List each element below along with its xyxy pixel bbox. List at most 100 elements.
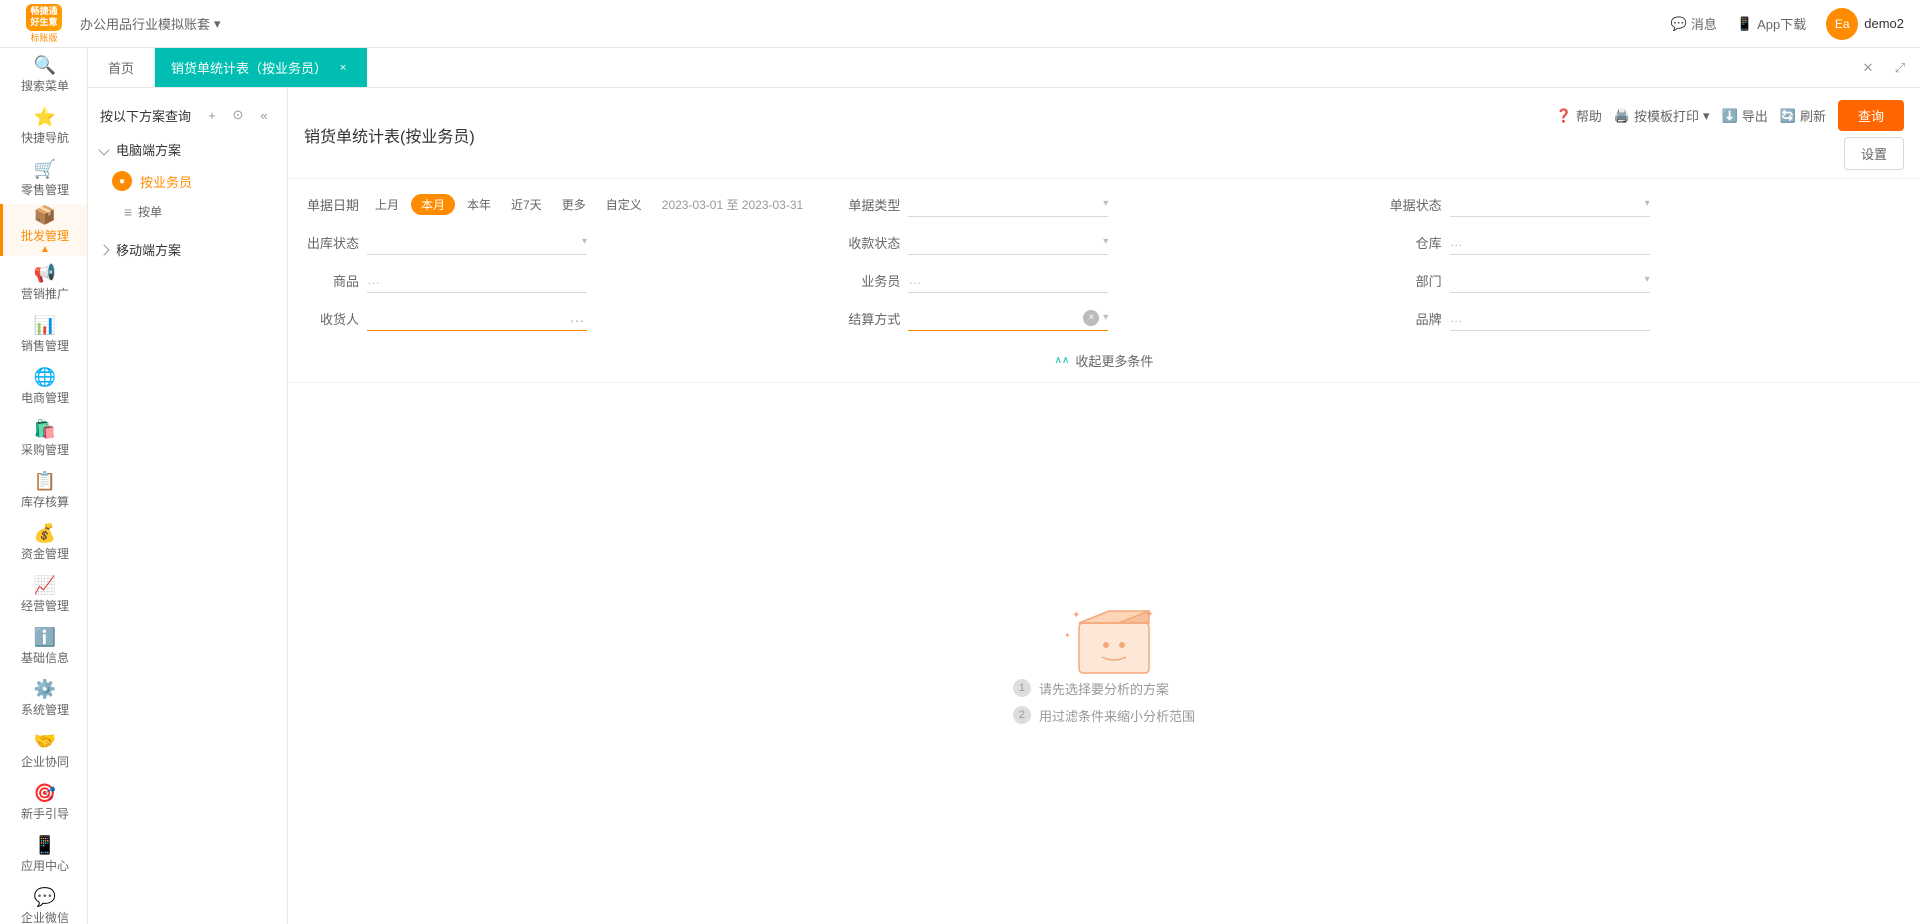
- tab-expand-button[interactable]: ⤢: [1888, 56, 1912, 80]
- sidebar-item-operations[interactable]: 📈 经营管理: [0, 568, 87, 620]
- warehouse-placeholder: …: [1450, 234, 1650, 249]
- sidebar-item-label: 销售管理: [21, 339, 69, 353]
- date-range: 2023-03-01 至 2023-03-31: [662, 196, 803, 213]
- print-arrow: ▾: [1703, 108, 1710, 124]
- sidebar-item-purchase[interactable]: 🛍️ 采购管理: [0, 412, 87, 464]
- sidebar-item-quicknav[interactable]: ⭐ 快捷导航: [0, 100, 87, 152]
- consignee-select[interactable]: …: [367, 305, 587, 331]
- filter-doc-status: 单据状态 ▾: [1387, 191, 1904, 217]
- filter-salesperson: 业务员 …: [845, 267, 1362, 293]
- svg-text:✦: ✦: [1072, 610, 1080, 621]
- tab-bar-actions: ✕ ⤢: [1856, 48, 1920, 87]
- receipt-status-select[interactable]: ▾: [908, 229, 1108, 255]
- sidebar-item-wholesale[interactable]: 📦 批发管理 ▲: [0, 204, 87, 256]
- settings-button[interactable]: 设置: [1844, 137, 1904, 170]
- content-area: 首页 销货单统计表（按业务员） × ✕ ⤢: [88, 48, 1920, 924]
- plan-item-salesperson[interactable]: ● 按业务员: [88, 165, 287, 197]
- salesperson-select[interactable]: …: [908, 267, 1108, 293]
- warehouse-select[interactable]: …: [1450, 229, 1650, 255]
- retail-icon: 🛒: [34, 159, 56, 180]
- sidebar-item-system[interactable]: ⚙️ 系统管理: [0, 672, 87, 724]
- top-bar: 畅捷通好生意 标账版 办公用品行业模拟账套 ▾ 💬 消息 📱 App下载 Ea: [0, 0, 1920, 48]
- collapse-panel-button[interactable]: «: [253, 104, 275, 126]
- department-arrow: ▾: [1645, 274, 1650, 285]
- warehouse-control: …: [1450, 229, 1904, 255]
- sidebar-item-sales[interactable]: 📊 销售管理: [0, 308, 87, 360]
- settlement-select[interactable]: × ▾: [908, 305, 1108, 331]
- settlement-label: 结算方式: [845, 309, 900, 328]
- doc-status-select[interactable]: ▾: [1450, 191, 1650, 217]
- help-action[interactable]: ❓ 帮助: [1556, 106, 1602, 125]
- query-button[interactable]: 查询: [1838, 100, 1904, 131]
- sidebar-item-weichat[interactable]: 💬 企业微信: [0, 880, 87, 924]
- brand-label: 品牌: [1387, 309, 1442, 328]
- sidebar-item-retail[interactable]: 🛒 零售管理: [0, 152, 87, 204]
- date-tab-7days[interactable]: 近7天: [503, 194, 550, 215]
- doc-status-control: ▾: [1450, 191, 1904, 217]
- mobile-plan-header[interactable]: 移动端方案: [88, 234, 287, 265]
- date-tab-this-year[interactable]: 本年: [459, 194, 499, 215]
- left-panel-header-actions: + ⊙ «: [201, 104, 275, 126]
- doc-type-select[interactable]: ▾: [908, 191, 1108, 217]
- inventory-icon: 📋: [34, 471, 56, 492]
- active-tab-label: 销货单统计表（按业务员）: [171, 58, 327, 77]
- add-plan-button[interactable]: +: [201, 104, 223, 126]
- empty-illustration: ✦ ✦ ✦: [1054, 583, 1154, 663]
- settings-row: 设置: [1844, 133, 1904, 170]
- message-action[interactable]: 💬 消息: [1671, 14, 1717, 33]
- brand-select[interactable]: …: [1450, 305, 1650, 331]
- department-select[interactable]: ▾: [1450, 267, 1650, 293]
- left-panel-title: 按以下方案查询: [100, 106, 191, 125]
- consignee-dots[interactable]: …: [569, 309, 587, 327]
- tab-close-button[interactable]: ×: [335, 60, 351, 76]
- print-action[interactable]: 🖨️ 按模板打印 ▾: [1614, 106, 1710, 125]
- empty-steps: 1 请先选择要分析的方案 2 用过滤条件来缩小分析范围: [1013, 679, 1195, 725]
- desktop-plan-section: 电脑端方案 ● 按业务员 ≡ 按单: [88, 134, 287, 234]
- collapse-conditions-button[interactable]: ∧∧ 收起更多条件: [304, 343, 1904, 370]
- page-content: 按以下方案查询 + ⊙ « 电脑端方案: [88, 88, 1920, 924]
- filter-department: 部门 ▾: [1387, 267, 1904, 293]
- sidebar-item-finance[interactable]: 💰 资金管理: [0, 516, 87, 568]
- sidebar-item-marketing[interactable]: 📢 营销推广: [0, 256, 87, 308]
- export-action[interactable]: ⬇️ 导出: [1722, 106, 1768, 125]
- app-download-action[interactable]: 📱 App下载: [1737, 14, 1806, 33]
- sidebar-item-newbie[interactable]: 🎯 新手引导: [0, 776, 87, 828]
- department-control: ▾: [1450, 267, 1904, 293]
- message-icon: 💬: [1671, 16, 1687, 32]
- desktop-plan-label: 电脑端方案: [116, 140, 181, 159]
- desktop-plan-header[interactable]: 电脑端方案: [88, 134, 287, 165]
- filter-doc-type: 单据类型 ▾: [845, 191, 1362, 217]
- settings-plan-button[interactable]: ⊙: [227, 104, 249, 126]
- date-tab-this-month[interactable]: 本月: [411, 194, 455, 215]
- sidebar-item-ecommerce[interactable]: 🌐 电商管理: [0, 360, 87, 412]
- sidebar-item-appcenter[interactable]: 📱 应用中心: [0, 828, 87, 880]
- filter-brand: 品牌 …: [1387, 305, 1904, 331]
- main-area: 🔍 搜索菜单 ⭐ 快捷导航 🛒 零售管理 📦 批发管理 ▲ 📢 营销推广 �: [0, 48, 1920, 924]
- refresh-action[interactable]: 🔄 刷新: [1780, 106, 1826, 125]
- workspace-dropdown[interactable]: 办公用品行业模拟账套 ▾: [80, 14, 221, 33]
- tab-collapse-button[interactable]: ✕: [1856, 56, 1880, 80]
- tab-active[interactable]: 销货单统计表（按业务员） ×: [155, 48, 367, 87]
- user-profile[interactable]: Ea demo2: [1826, 8, 1904, 40]
- out-status-select[interactable]: ▾: [367, 229, 587, 255]
- plan-subitem-label: 按单: [138, 203, 162, 220]
- date-tab-custom[interactable]: 自定义: [598, 194, 650, 215]
- sidebar-item-cooperation[interactable]: 🤝 企业协同: [0, 724, 87, 776]
- plan-subitem-by-doc[interactable]: ≡ 按单: [88, 197, 287, 226]
- date-tab-more[interactable]: 更多: [554, 194, 594, 215]
- tab-home[interactable]: 首页: [88, 48, 155, 87]
- settlement-clear-button[interactable]: ×: [1083, 310, 1099, 326]
- sidebar-item-basic[interactable]: ℹ️ 基础信息: [0, 620, 87, 672]
- sidebar: 🔍 搜索菜单 ⭐ 快捷导航 🛒 零售管理 📦 批发管理 ▲ 📢 营销推广 �: [0, 48, 88, 924]
- settlement-control: × ▾: [908, 305, 1362, 331]
- filter-date: 单据日期 上月 本月 本年 近7天 更多: [304, 194, 821, 215]
- out-status-label: 出库状态: [304, 233, 359, 252]
- date-tab-last-month[interactable]: 上月: [367, 194, 407, 215]
- sidebar-item-label: 批发管理: [21, 229, 69, 243]
- filter-row-3: 商品 … 业务员: [304, 267, 1904, 293]
- goods-select[interactable]: …: [367, 267, 587, 293]
- sidebar-item-search[interactable]: 🔍 搜索菜单: [0, 48, 87, 100]
- step-2-num: 2: [1013, 706, 1031, 724]
- empty-step-2: 2 用过滤条件来缩小分析范围: [1013, 706, 1195, 725]
- sidebar-item-inventory[interactable]: 📋 库存核算: [0, 464, 87, 516]
